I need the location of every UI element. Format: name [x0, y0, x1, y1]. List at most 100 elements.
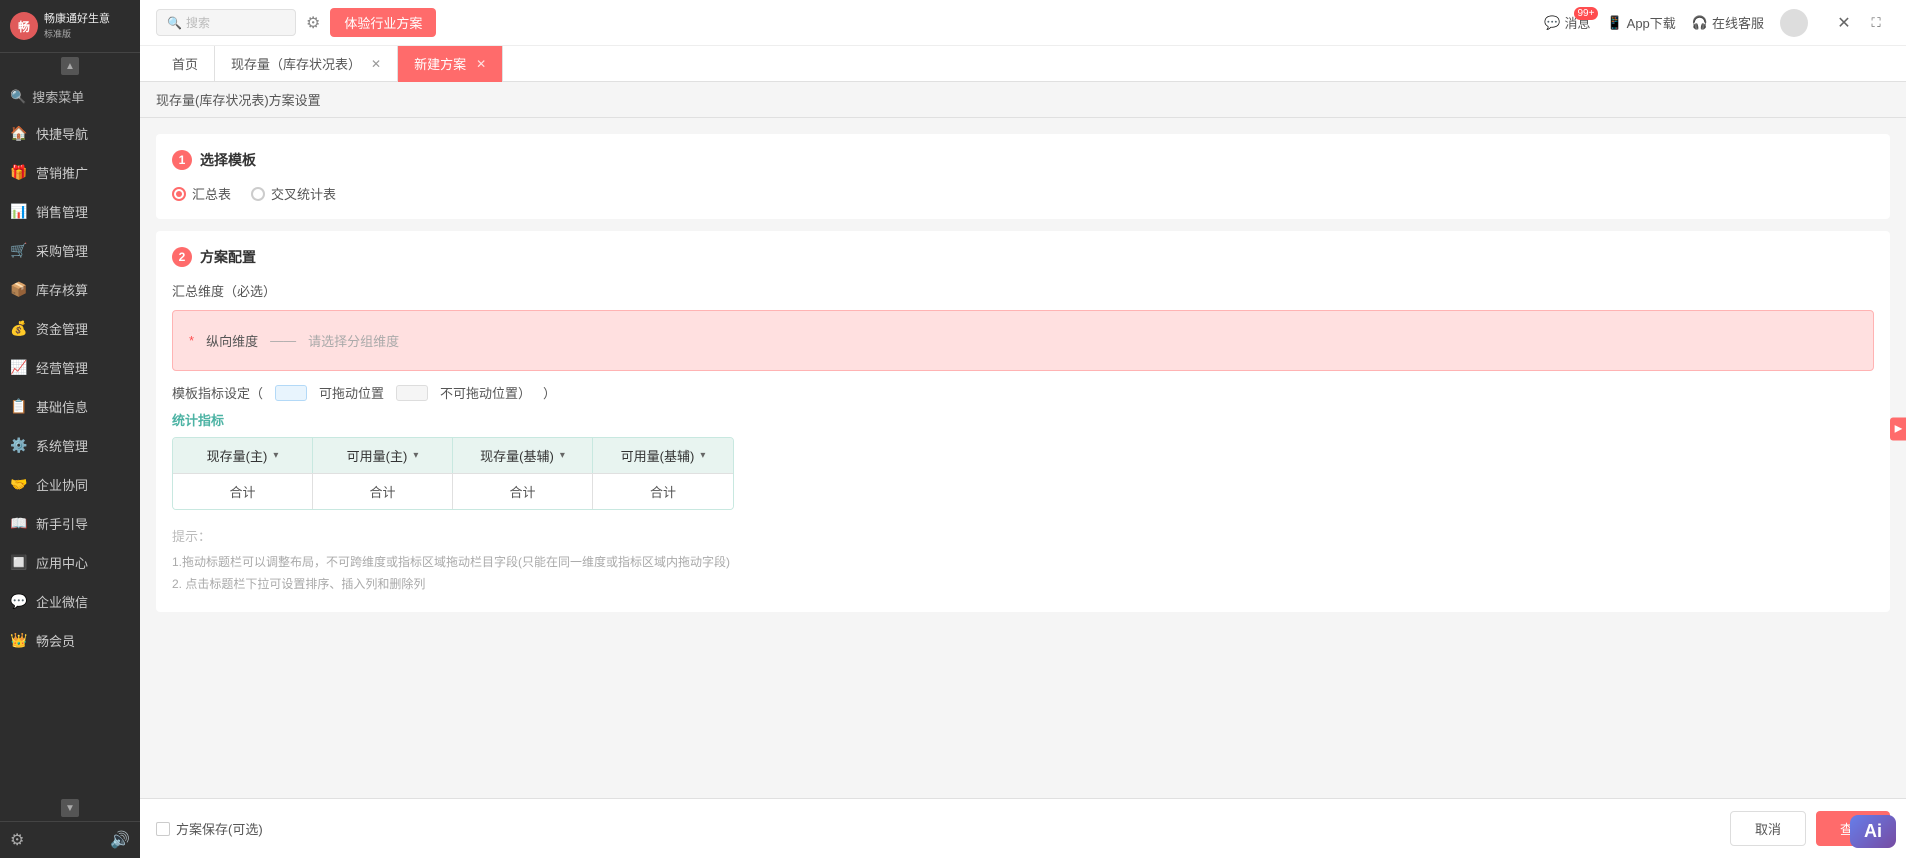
indicator-fixed-box — [396, 385, 428, 401]
search-icon: 🔍 — [167, 16, 182, 30]
marketing-icon: 🎁 — [10, 164, 28, 182]
save-checkbox[interactable] — [156, 822, 170, 836]
sidebar-item-appcenter[interactable]: 🔲应用中心 — [0, 543, 140, 582]
tabs-bar: 首页 现存量（库存状况表） ✕ 新建方案 ✕ — [140, 46, 1906, 82]
col-dropdown-current-qty-main[interactable]: ▾ — [273, 450, 278, 461]
col-dropdown-current-qty-aux[interactable]: ▾ — [560, 450, 565, 461]
col-label-available-qty-aux: 可用量(基辅) — [621, 446, 695, 465]
sidebar-item-purchase[interactable]: 🛒采购管理 — [0, 231, 140, 270]
col-dropdown-available-qty-aux[interactable]: ▾ — [700, 450, 705, 461]
sidebar-scroll-up[interactable]: ▲ — [61, 57, 79, 75]
sidebar-item-basic[interactable]: 📋 基础信息 — [0, 387, 140, 426]
radio-crosstab[interactable]: 交叉统计表 — [251, 184, 336, 203]
sidebar-item-enterprise[interactable]: 🤝企业协同 — [0, 465, 140, 504]
ai-badge[interactable]: Ai — [1850, 815, 1896, 848]
search-placeholder: 搜索 — [186, 14, 210, 31]
step1-number: 1 — [172, 150, 192, 170]
breadcrumb: 现存量(库存状况表)方案设置 — [156, 90, 321, 109]
step1-header: 1 选择模板 — [172, 150, 1874, 170]
sidebar-item-operation[interactable]: 📈经营管理 — [0, 348, 140, 387]
col-label-current-qty-aux: 现存量(基辅) — [480, 446, 554, 465]
finance-icon: 💰 — [10, 320, 28, 338]
quick-nav-label: 快捷导航 — [36, 124, 88, 143]
sidebar-item-marketing[interactable]: 🎁营销推广 — [0, 153, 140, 192]
service-label: 在线客服 — [1712, 13, 1764, 32]
user-avatar — [1780, 9, 1808, 37]
gear-icon[interactable]: ⚙ — [306, 13, 320, 33]
topbar-search-box[interactable]: 🔍 搜索 — [156, 9, 296, 36]
ai-label: Ai — [1864, 821, 1882, 841]
stats-col-current-qty-main[interactable]: 现存量(主)▾ — [173, 438, 313, 473]
sidebar-footer: ⚙ 🔊 — [0, 821, 140, 858]
sidebar-item-quick-nav[interactable]: 🏠 快捷导航 — [0, 114, 140, 153]
stats-data-available-qty-aux: 合计 — [593, 473, 733, 509]
purchase-label: 采购管理 — [36, 241, 88, 260]
sales-icon: 📊 — [10, 203, 28, 221]
radio-crosstab-label: 交叉统计表 — [271, 184, 336, 203]
basic-icon: 📋 — [10, 398, 28, 416]
sidebar-item-newguide[interactable]: 📖新手引导 — [0, 504, 140, 543]
operation-icon: 📈 — [10, 359, 28, 377]
expand-window-button[interactable]: ⛶ — [1862, 9, 1890, 37]
dimension-selector-box[interactable]: * 纵向维度 —— 请选择分组维度 — [172, 310, 1874, 371]
sidebar-scroll-down[interactable]: ▼ — [61, 799, 79, 817]
col-dropdown-available-qty-main[interactable]: ▾ — [413, 450, 418, 461]
speaker-icon[interactable]: 🔊 — [110, 830, 130, 850]
stats-col-available-qty-aux[interactable]: 可用量(基辅) ▾ — [593, 438, 733, 473]
stats-data-current-qty-aux: 合计 — [453, 473, 593, 509]
inventory-icon: 📦 — [10, 281, 28, 299]
dimension-required-text: 纵向维度 — [206, 331, 258, 350]
stats-header-row: 现存量(主)▾ 可用量(主) ▾ 现存量(基辅) ▾ 可用量(基辅) ▾ — [173, 438, 733, 473]
tab-inventory-close[interactable]: ✕ — [371, 57, 381, 71]
sidebar-item-finance[interactable]: 💰 资金管理 — [0, 309, 140, 348]
message-icon: 💬 — [1544, 15, 1560, 31]
member-icon: 👑 — [10, 632, 28, 650]
step1-block: 1 选择模板 汇总表 交叉统计表 — [156, 134, 1890, 219]
quick-nav-icon: 🏠 — [10, 125, 28, 143]
sidebar-item-system[interactable]: ⚙️系统管理 — [0, 426, 140, 465]
app-download-button[interactable]: 📱 App下载 — [1606, 13, 1675, 32]
tab-new-plan[interactable]: 新建方案 ✕ — [398, 46, 503, 82]
save-option[interactable]: 方案保存(可选) — [156, 819, 263, 838]
tip-1: 1.拖动标题栏可以调整布局，不可跨维度或指标区域拖动栏目字段(只能在同一维度或指… — [172, 552, 1874, 574]
tips-section: 提示： 1.拖动标题栏可以调整布局，不可跨维度或指标区域拖动栏目字段(只能在同一… — [172, 525, 1874, 596]
stats-col-available-qty-main[interactable]: 可用量(主) ▾ — [313, 438, 453, 473]
dimension-label: 汇总维度（必选） — [172, 281, 1874, 300]
message-button[interactable]: 💬 消息 99+ — [1544, 13, 1590, 32]
sidebar-item-member[interactable]: 👑畅会员 — [0, 621, 140, 660]
template-radio-group: 汇总表 交叉统计表 — [172, 184, 1874, 203]
stats-title: 统计指标 — [172, 410, 1874, 429]
radio-summary[interactable]: 汇总表 — [172, 184, 231, 203]
right-panel-hint[interactable]: ▶ — [1890, 418, 1906, 441]
main-area: 🔍 搜索 ⚙ 体验行业方案 💬 消息 99+ 📱 App下载 🎧 在线客服 — [140, 0, 1906, 858]
stats-col-current-qty-aux[interactable]: 现存量(基辅) ▾ — [453, 438, 593, 473]
online-service-button[interactable]: 🎧 在线客服 — [1692, 13, 1764, 32]
finance-label: 资金管理 — [36, 319, 88, 338]
col-label-available-qty-main: 可用量(主) — [347, 446, 408, 465]
window-controls: ✕ ⛶ — [1830, 9, 1890, 37]
tab-inventory-status[interactable]: 现存量（库存状况表） ✕ — [215, 46, 398, 82]
radio-summary-label: 汇总表 — [192, 184, 231, 203]
sidebar-item-wechat[interactable]: 💬企业微信 — [0, 582, 140, 621]
step2-header: 2 方案配置 — [172, 247, 1874, 267]
settings-icon[interactable]: ⚙ — [10, 830, 24, 850]
sidebar-item-sales[interactable]: 📊 销售管理 — [0, 192, 140, 231]
user-menu[interactable] — [1780, 9, 1814, 37]
cancel-button[interactable]: 取消 — [1730, 811, 1806, 846]
step1-title: 选择模板 — [200, 150, 256, 170]
template-indicator: 模板指标设定（ 可拖动位置 不可拖动位置） ） — [172, 383, 1874, 402]
basic-label: 基础信息 — [36, 397, 88, 416]
logo-text-block: 畅康通好生意 标准版 — [44, 12, 110, 39]
sidebar-search[interactable]: 🔍 搜索菜单 — [0, 79, 140, 114]
tab-home[interactable]: 首页 — [156, 46, 215, 82]
tab-new-plan-label: 新建方案 — [414, 54, 466, 73]
app-name: 畅康通好生意 — [44, 12, 110, 26]
tab-new-plan-close[interactable]: ✕ — [476, 57, 486, 71]
close-window-button[interactable]: ✕ — [1830, 9, 1858, 37]
sales-label: 销售管理 — [36, 202, 88, 221]
search-label: 搜索菜单 — [32, 87, 84, 106]
dimension-placeholder-text: 请选择分组维度 — [308, 331, 399, 350]
trial-button[interactable]: 体验行业方案 — [330, 8, 436, 37]
indicator-close-paren: ） — [543, 383, 556, 402]
sidebar-item-inventory[interactable]: 📦库存核算 — [0, 270, 140, 309]
